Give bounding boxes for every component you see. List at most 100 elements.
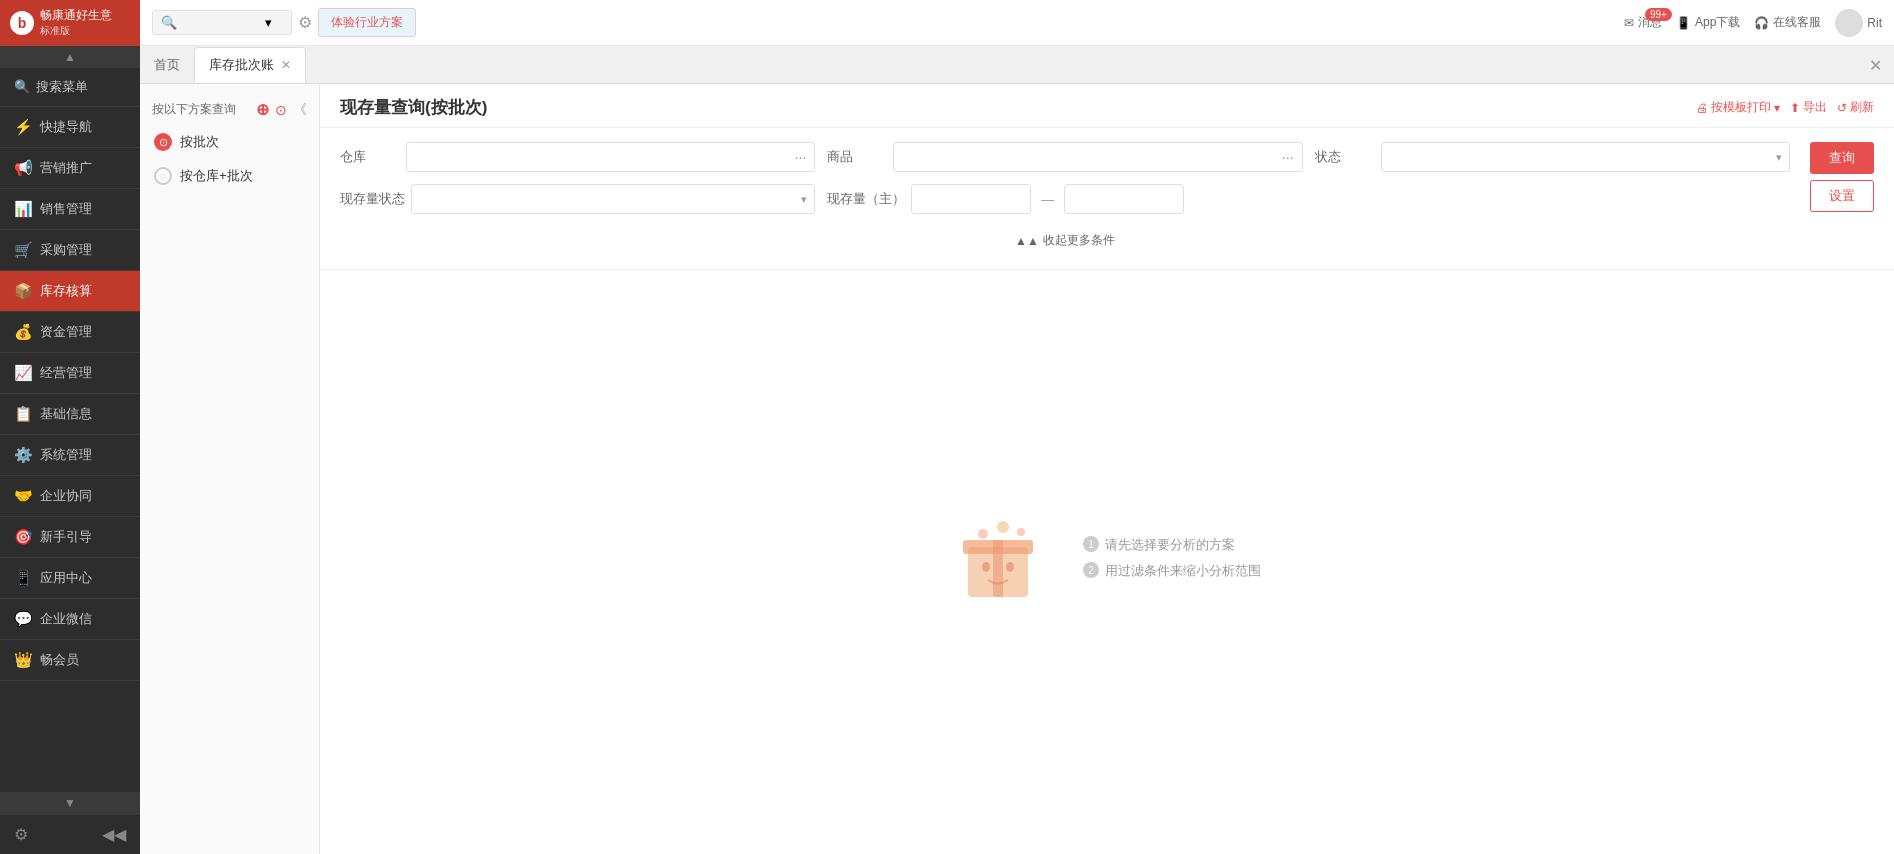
tab-inventory-batch[interactable]: 库存批次账 ✕ xyxy=(194,47,306,83)
export-action[interactable]: ⬆ 导出 xyxy=(1790,99,1827,116)
empty-hints: 1 请先选择要分析的方案 2 用过滤条件来缩小分析范围 xyxy=(1083,536,1261,588)
warehouse-dots[interactable]: ··· xyxy=(795,149,807,165)
basic-info-label: 基础信息 xyxy=(40,405,92,423)
sidebar-item-new-guide[interactable]: 🎯 新手引导 xyxy=(0,517,140,558)
sidebar-item-enterprise-wechat[interactable]: 💬 企业微信 xyxy=(0,599,140,640)
tab-close-icon[interactable]: ✕ xyxy=(281,58,291,72)
svg-point-5 xyxy=(1017,528,1025,536)
message-item[interactable]: ✉ 消息 99+ xyxy=(1624,14,1662,31)
app-logo: b xyxy=(10,11,34,35)
hint-text-2: 用过滤条件来缩小分析范围 xyxy=(1105,562,1261,580)
topbar-settings-icon[interactable]: ⚙ xyxy=(298,13,312,32)
settings-button[interactable]: 设置 xyxy=(1810,180,1874,212)
finance-icon: 💰 xyxy=(14,323,32,341)
enterprise-wechat-label: 企业微信 xyxy=(40,610,92,628)
settings-plan-icon[interactable]: ⊙ xyxy=(275,102,287,118)
sidebar-nav: 🔍 搜索菜单 ⚡ 快捷导航 📢 营销推广 📊 销售管理 🛒 采购管理 📦 库存核… xyxy=(0,68,140,792)
warehouse-label: 仓库 xyxy=(340,148,400,166)
purchase-icon: 🛒 xyxy=(14,241,32,259)
app-center-label: 应用中心 xyxy=(40,569,92,587)
plan-item-warehouse-batch[interactable]: ○ 按仓库+批次 xyxy=(140,159,319,193)
marketing-label: 营销推广 xyxy=(40,159,92,177)
topbar-search-input[interactable] xyxy=(181,16,261,30)
sidebar-item-vip[interactable]: 👑 畅会员 xyxy=(0,640,140,681)
refresh-action[interactable]: ↺ 刷新 xyxy=(1837,99,1874,116)
collapse-button[interactable]: ▲▲ 收起更多条件 xyxy=(340,226,1790,255)
svg-point-6 xyxy=(982,562,990,572)
user-item[interactable]: Rit xyxy=(1835,9,1882,37)
search-menu-item[interactable]: 🔍 搜索菜单 xyxy=(0,68,140,107)
sidebar-item-sales[interactable]: 📊 销售管理 xyxy=(0,189,140,230)
sidebar-item-quick-nav[interactable]: ⚡ 快捷导航 xyxy=(0,107,140,148)
sidebar-item-system[interactable]: ⚙️ 系统管理 xyxy=(0,435,140,476)
online-service-item[interactable]: 🎧 在线客服 xyxy=(1754,14,1821,31)
sidebar-bottom: ⚙ ◀◀ xyxy=(0,814,140,854)
vip-icon: 👑 xyxy=(14,651,32,669)
new-guide-icon: 🎯 xyxy=(14,528,32,546)
product-label: 商品 xyxy=(827,148,887,166)
collapse-up-icon: ▲▲ xyxy=(1015,234,1039,248)
inventory-qty-label: 现存量（主） xyxy=(827,190,905,208)
panel-header-label: 按以下方案查询 xyxy=(152,101,236,118)
add-plan-icon[interactable]: ⊕ xyxy=(256,100,269,119)
query-button[interactable]: 查询 xyxy=(1810,142,1874,174)
refresh-icon: ↺ xyxy=(1837,101,1847,115)
quick-nav-label: 快捷导航 xyxy=(40,118,92,136)
tab-home-label: 首页 xyxy=(154,56,180,74)
sidebar-item-operations[interactable]: 📈 经营管理 xyxy=(0,353,140,394)
app-download-item[interactable]: 📱 App下载 xyxy=(1676,14,1740,31)
inventory-qty-from[interactable] xyxy=(911,184,1031,214)
collapse-panel-icon[interactable]: 《 xyxy=(293,101,307,119)
plan-item-batch[interactable]: ⊙ 按批次 xyxy=(140,125,319,159)
empty-hint-1: 1 请先选择要分析的方案 xyxy=(1083,536,1261,554)
sidebar-item-purchase[interactable]: 🛒 采购管理 xyxy=(0,230,140,271)
svg-point-4 xyxy=(997,521,1009,533)
scroll-down-button[interactable]: ▼ xyxy=(0,792,140,814)
experience-button[interactable]: 体验行业方案 xyxy=(318,8,416,37)
headset-icon: 🎧 xyxy=(1754,16,1769,30)
product-input[interactable]: ··· xyxy=(893,142,1302,172)
tab-home[interactable]: 首页 xyxy=(140,47,194,83)
sidebar-item-enterprise[interactable]: 🤝 企业协同 xyxy=(0,476,140,517)
print-action[interactable]: 🖨 按模板打印 ▾ xyxy=(1696,99,1780,116)
user-name: Rit xyxy=(1867,16,1882,30)
tab-close-main-icon[interactable]: ✕ xyxy=(1869,55,1882,74)
sidebar-item-marketing[interactable]: 📢 营销推广 xyxy=(0,148,140,189)
online-service-label: 在线客服 xyxy=(1773,14,1821,31)
page-title: 现存量查询(按批次) xyxy=(340,96,487,119)
sidebar-item-inventory[interactable]: 📦 库存核算 xyxy=(0,271,140,312)
inventory-status-select-wrapper xyxy=(411,184,815,214)
status-select[interactable]: 正常 停用 xyxy=(1381,142,1790,172)
inventory-status-select[interactable] xyxy=(411,184,815,214)
sidebar: b 畅康通好生意 标准版 ▲ 🔍 搜索菜单 ⚡ 快捷导航 📢 营销推广 📊 销售… xyxy=(0,0,140,854)
warehouse-input[interactable]: ··· xyxy=(406,142,815,172)
main-area: 🔍 ▾ ⚙ 体验行业方案 ✉ 消息 99+ 📱 App下载 🎧 在线客服 xyxy=(140,0,1894,854)
topbar-search-box[interactable]: 🔍 ▾ xyxy=(152,10,292,35)
export-icon: ⬆ xyxy=(1790,101,1800,115)
purchase-label: 采购管理 xyxy=(40,241,92,259)
topbar-search-chevron-icon: ▾ xyxy=(265,15,272,30)
empty-svg xyxy=(953,512,1053,612)
sidebar-item-basic-info[interactable]: 📋 基础信息 xyxy=(0,394,140,435)
content-area: 按以下方案查询 ⊕ ⊙ 《 ⊙ 按批次 ○ 按仓库+批次 现存量查询(按批次) xyxy=(140,84,1894,854)
filter-inventory-qty: 现存量（主） — xyxy=(827,184,1302,214)
sidebar-item-app-center[interactable]: 📱 应用中心 xyxy=(0,558,140,599)
inventory-qty-to[interactable] xyxy=(1064,184,1184,214)
empty-state: 1 请先选择要分析的方案 2 用过滤条件来缩小分析范围 xyxy=(320,270,1894,854)
filter-warehouse: 仓库 ··· xyxy=(340,142,815,172)
app-center-icon: 📱 xyxy=(14,569,32,587)
app-download-label: App下载 xyxy=(1695,14,1740,31)
collapse-sidebar-icon[interactable]: ◀◀ xyxy=(102,825,126,844)
settings-icon[interactable]: ⚙ xyxy=(14,825,28,844)
sidebar-header: b 畅康通好生意 标准版 xyxy=(0,0,140,46)
system-label: 系统管理 xyxy=(40,446,92,464)
sales-label: 销售管理 xyxy=(40,200,92,218)
app-edition: 标准版 xyxy=(40,24,112,38)
hint-text-1: 请先选择要分析的方案 xyxy=(1105,536,1235,554)
scroll-up-button[interactable]: ▲ xyxy=(0,46,140,68)
phone-icon: 📱 xyxy=(1676,16,1691,30)
tabbar: 首页 库存批次账 ✕ ✕ xyxy=(140,46,1894,84)
filter-dash: — xyxy=(1037,192,1058,207)
sidebar-item-finance[interactable]: 💰 资金管理 xyxy=(0,312,140,353)
product-dots[interactable]: ··· xyxy=(1282,149,1294,165)
